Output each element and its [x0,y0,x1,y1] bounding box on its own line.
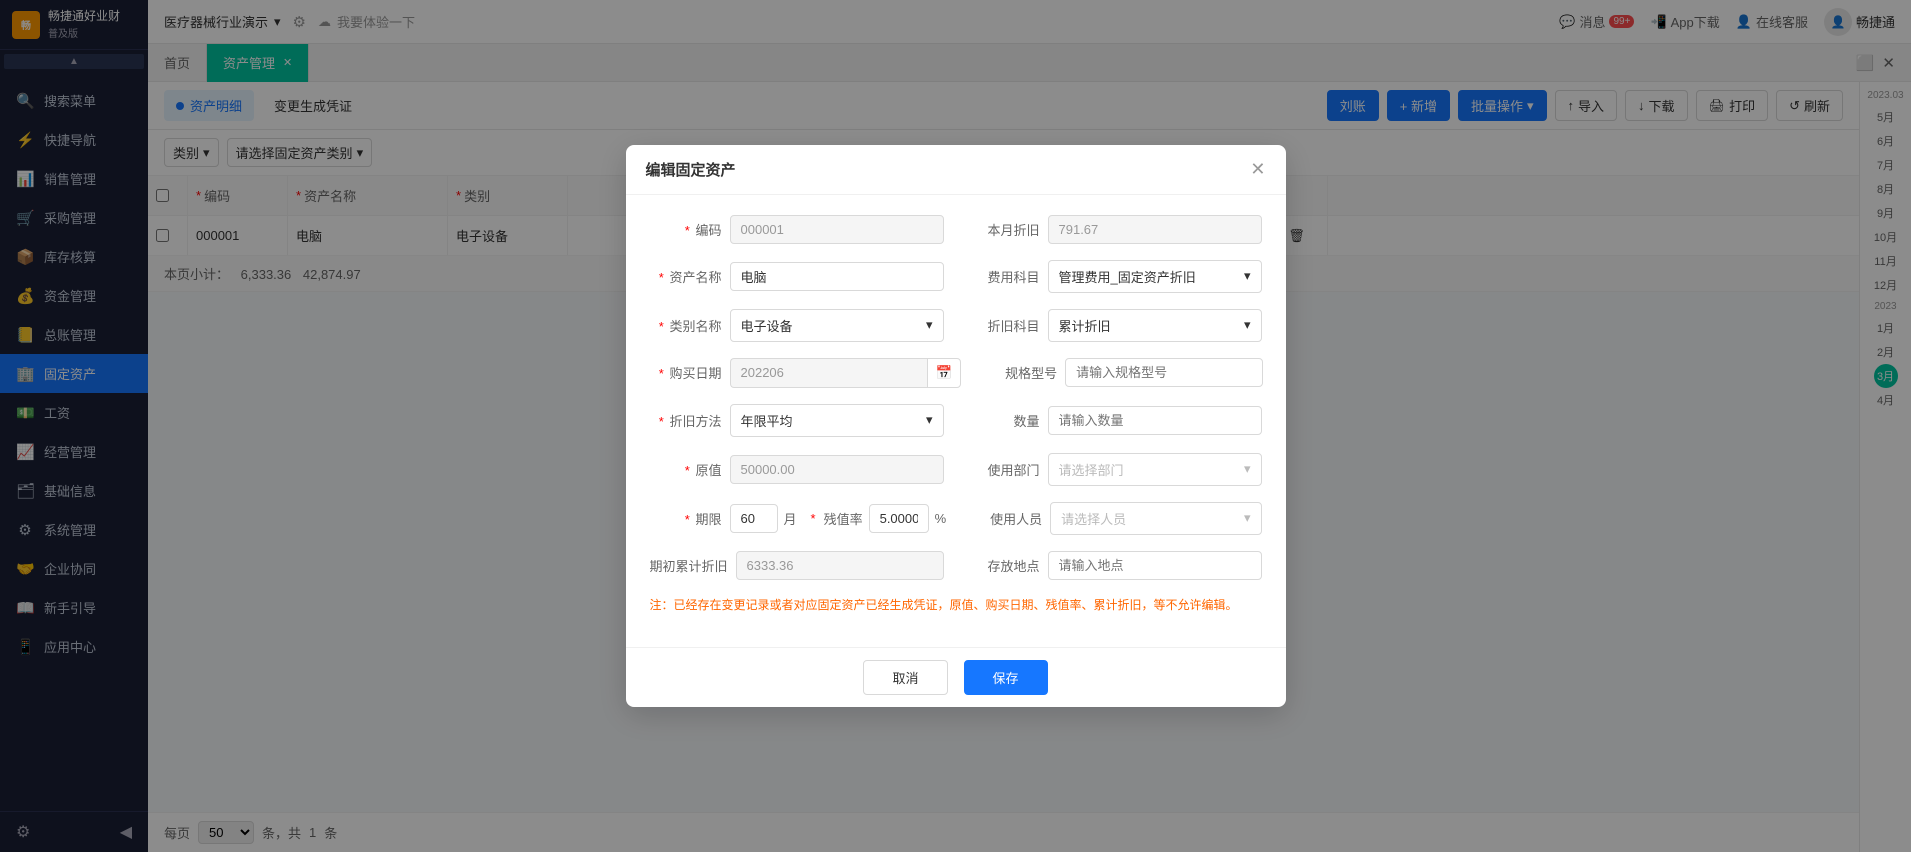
period-label: * 期限 [650,509,722,528]
modal-overlay: 编辑固定资产 ✕ * 编码 本月折旧 [0,0,1911,852]
dep-subject-label: 折旧科目 [968,316,1040,335]
form-col-period: * 期限 月 * 残值率 % [650,502,947,535]
purchase-date-label: * 购买日期 [650,363,722,382]
modal-header: 编辑固定资产 ✕ [626,145,1286,195]
form-col-storage: 存放地点 [968,551,1262,580]
period-unit: 月 [784,509,797,528]
form-col-expense-subject: 费用科目 管理费用_固定资产折旧 ▾ [968,260,1262,293]
code-input[interactable] [730,215,944,244]
form-col-asset-name: * 资产名称 [650,260,944,293]
chevron-down-icon: ▾ [926,412,933,428]
form-col-user: 使用人员 请选择人员 ▾ [970,502,1261,535]
user-label: 使用人员 [970,509,1042,528]
form-note: 注：已经存在变更记录或者对应固定资产已经生成凭证，原值、购买日期、残值率、累计折… [650,596,1262,627]
quantity-label: 数量 [968,411,1040,430]
form-row-3: * 类别名称 电子设备 ▾ 折旧科目 累计折旧 ▾ [650,309,1262,342]
residual-rate-unit: % [935,511,947,526]
save-btn[interactable]: 保存 [964,660,1048,695]
original-value-label: * 原值 [650,460,722,479]
form-col-quantity: 数量 [968,404,1262,437]
department-placeholder: 请选择部门 [1059,460,1124,479]
dep-method-label: * 折旧方法 [650,411,722,430]
storage-label: 存放地点 [968,556,1040,575]
category-name-select[interactable]: 电子设备 ▾ [730,309,944,342]
form-row-7: * 期限 月 * 残值率 % 使用人员 请选择人员 [650,502,1262,535]
residual-rate-label: 残值率 [824,509,863,528]
form-row-8: 期初累计折旧 存放地点 [650,551,1262,580]
cancel-btn[interactable]: 取消 [863,660,947,695]
this-month-dep-input [1048,215,1262,244]
calendar-icon[interactable]: 📅 [927,358,962,388]
spec-model-input[interactable] [1065,358,1263,387]
form-row-6: * 原值 使用部门 请选择部门 ▾ [650,453,1262,486]
expense-subject-select[interactable]: 管理费用_固定资产折旧 ▾ [1048,260,1262,293]
user-select[interactable]: 请选择人员 ▾ [1050,502,1261,535]
form-col-this-month-dep: 本月折旧 [968,215,1262,244]
quantity-input[interactable] [1048,406,1262,435]
chevron-down-icon: ▾ [1244,510,1251,526]
form-row-5: * 折旧方法 年限平均 ▾ 数量 [650,404,1262,437]
spec-model-label: 规格型号 [985,363,1057,382]
modal-close-btn[interactable]: ✕ [1250,159,1265,180]
form-col-department: 使用部门 请选择部门 ▾ [968,453,1262,486]
purchase-date-input[interactable] [730,358,927,388]
period-dep-label: 期初累计折旧 [650,556,728,575]
form-col-purchase-date: * 购买日期 📅 [650,358,962,388]
edit-asset-modal: 编辑固定资产 ✕ * 编码 本月折旧 [626,145,1286,707]
chevron-down-icon: ▾ [1244,317,1251,333]
chevron-down-icon: ▾ [1244,268,1251,284]
asset-name-label: * 资产名称 [650,267,722,286]
form-col-category: * 类别名称 电子设备 ▾ [650,309,944,342]
form-row-1: * 编码 本月折旧 [650,215,1262,244]
period-input[interactable] [730,504,778,533]
residual-rate-input[interactable] [869,504,929,533]
period-dep-input [736,551,944,580]
form-col-dep-method: * 折旧方法 年限平均 ▾ [650,404,944,437]
modal-footer: 取消 保存 [626,647,1286,707]
form-col-dep-subject: 折旧科目 累计折旧 ▾ [968,309,1262,342]
form-row-4: * 购买日期 📅 规格型号 [650,358,1262,388]
modal-body: * 编码 本月折旧 * 资产名称 [626,195,1286,647]
storage-input[interactable] [1048,551,1262,580]
form-row-2: * 资产名称 费用科目 管理费用_固定资产折旧 ▾ [650,260,1262,293]
dep-method-select[interactable]: 年限平均 ▾ [730,404,944,437]
purchase-date-wrap: 📅 [730,358,962,388]
modal-title: 编辑固定资产 [646,159,736,180]
user-placeholder: 请选择人员 [1061,509,1126,528]
chevron-down-icon: ▾ [1244,461,1251,477]
chevron-down-icon: ▾ [926,317,933,333]
asset-name-input[interactable] [730,262,944,291]
period-group: 月 * 残值率 % [730,504,947,533]
code-label: * 编码 [650,220,722,239]
form-col-original-value: * 原值 [650,453,944,486]
form-col-code: * 编码 [650,215,944,244]
dep-method-value: 年限平均 [741,411,793,430]
expense-subject-value: 管理费用_固定资产折旧 [1059,267,1196,286]
category-name-label: * 类别名称 [650,316,722,335]
dep-subject-value: 累计折旧 [1059,316,1111,335]
department-label: 使用部门 [968,460,1040,479]
form-col-period-dep: 期初累计折旧 [650,551,944,580]
expense-subject-label: 费用科目 [968,267,1040,286]
this-month-dep-label: 本月折旧 [968,220,1040,239]
department-select[interactable]: 请选择部门 ▾ [1048,453,1262,486]
category-name-value: 电子设备 [741,316,793,335]
form-col-spec-model: 规格型号 [985,358,1263,388]
dep-subject-select[interactable]: 累计折旧 ▾ [1048,309,1262,342]
original-value-input[interactable] [730,455,944,484]
